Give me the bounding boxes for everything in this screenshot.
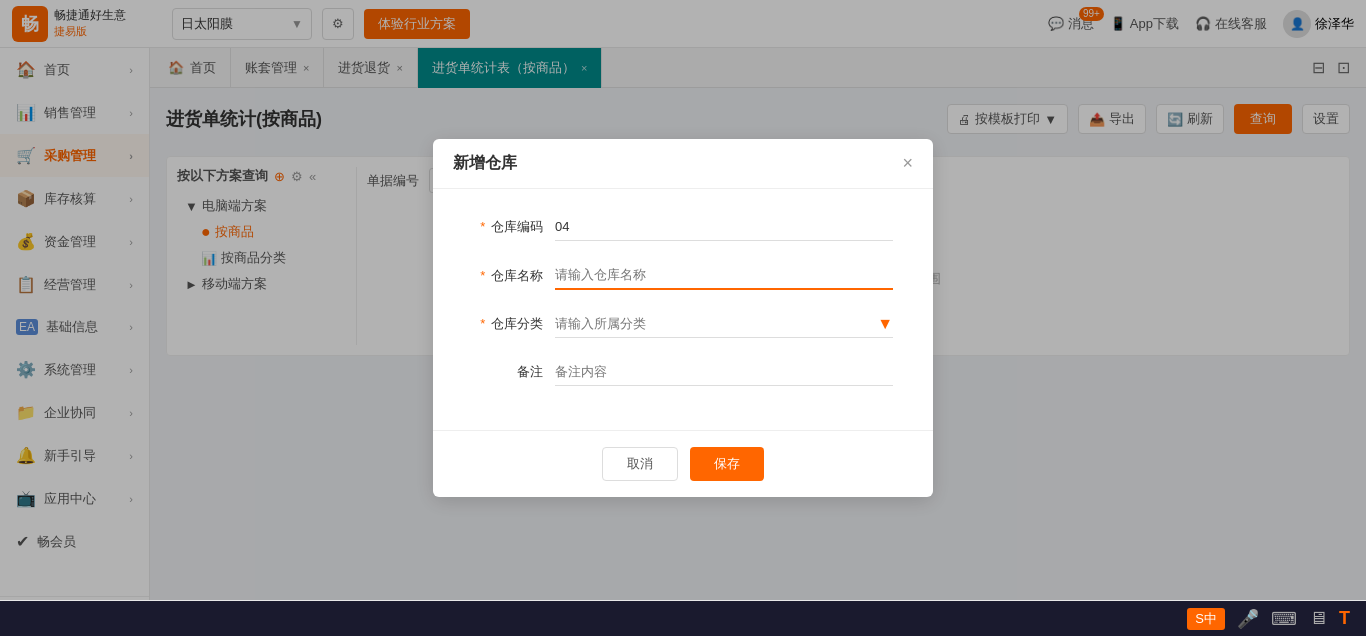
form-row-name: * 仓库名称 (473, 261, 893, 290)
warehouse-note-input[interactable] (555, 358, 893, 386)
modal-body: * 仓库编码 * 仓库名称 * 仓库分类 (433, 189, 933, 430)
form-row-note: 备注 (473, 358, 893, 386)
warehouse-category-input[interactable] (555, 310, 893, 338)
t-icon-button[interactable]: T (1339, 608, 1350, 629)
form-label-code: * 仓库编码 (473, 218, 543, 236)
microphone-icon[interactable]: 🎤 (1237, 608, 1259, 630)
modal-title: 新增仓库 (453, 153, 517, 174)
form-row-code: * 仓库编码 (473, 213, 893, 241)
modal-footer: 取消 保存 (433, 430, 933, 497)
required-mark: * (480, 219, 485, 234)
save-button[interactable]: 保存 (690, 447, 764, 481)
form-label-note: 备注 (473, 363, 543, 381)
form-row-category: * 仓库分类 ▼ (473, 310, 893, 338)
cancel-button[interactable]: 取消 (602, 447, 678, 481)
form-label-name: * 仓库名称 (473, 267, 543, 285)
bottom-bar: S中 🎤 ⌨ 🖥 T (0, 600, 1366, 636)
modal-header: 新增仓库 × (433, 139, 933, 189)
new-warehouse-modal: 新增仓库 × * 仓库编码 * 仓库名称 (433, 139, 933, 497)
s-icon-button[interactable]: S中 (1187, 608, 1225, 630)
form-label-category: * 仓库分类 (473, 315, 543, 333)
category-select-row: ▼ (555, 310, 893, 338)
required-mark: * (480, 316, 485, 331)
select-arrow-icon: ▼ (877, 315, 893, 333)
keyboard-icon[interactable]: ⌨ (1271, 608, 1297, 630)
modal-overlay[interactable]: 新增仓库 × * 仓库编码 * 仓库名称 (0, 0, 1366, 636)
warehouse-name-input[interactable] (555, 261, 893, 290)
warehouse-code-input[interactable] (555, 213, 893, 241)
required-mark: * (480, 268, 485, 283)
monitor-icon[interactable]: 🖥 (1309, 608, 1327, 629)
modal-close-button[interactable]: × (902, 153, 913, 174)
